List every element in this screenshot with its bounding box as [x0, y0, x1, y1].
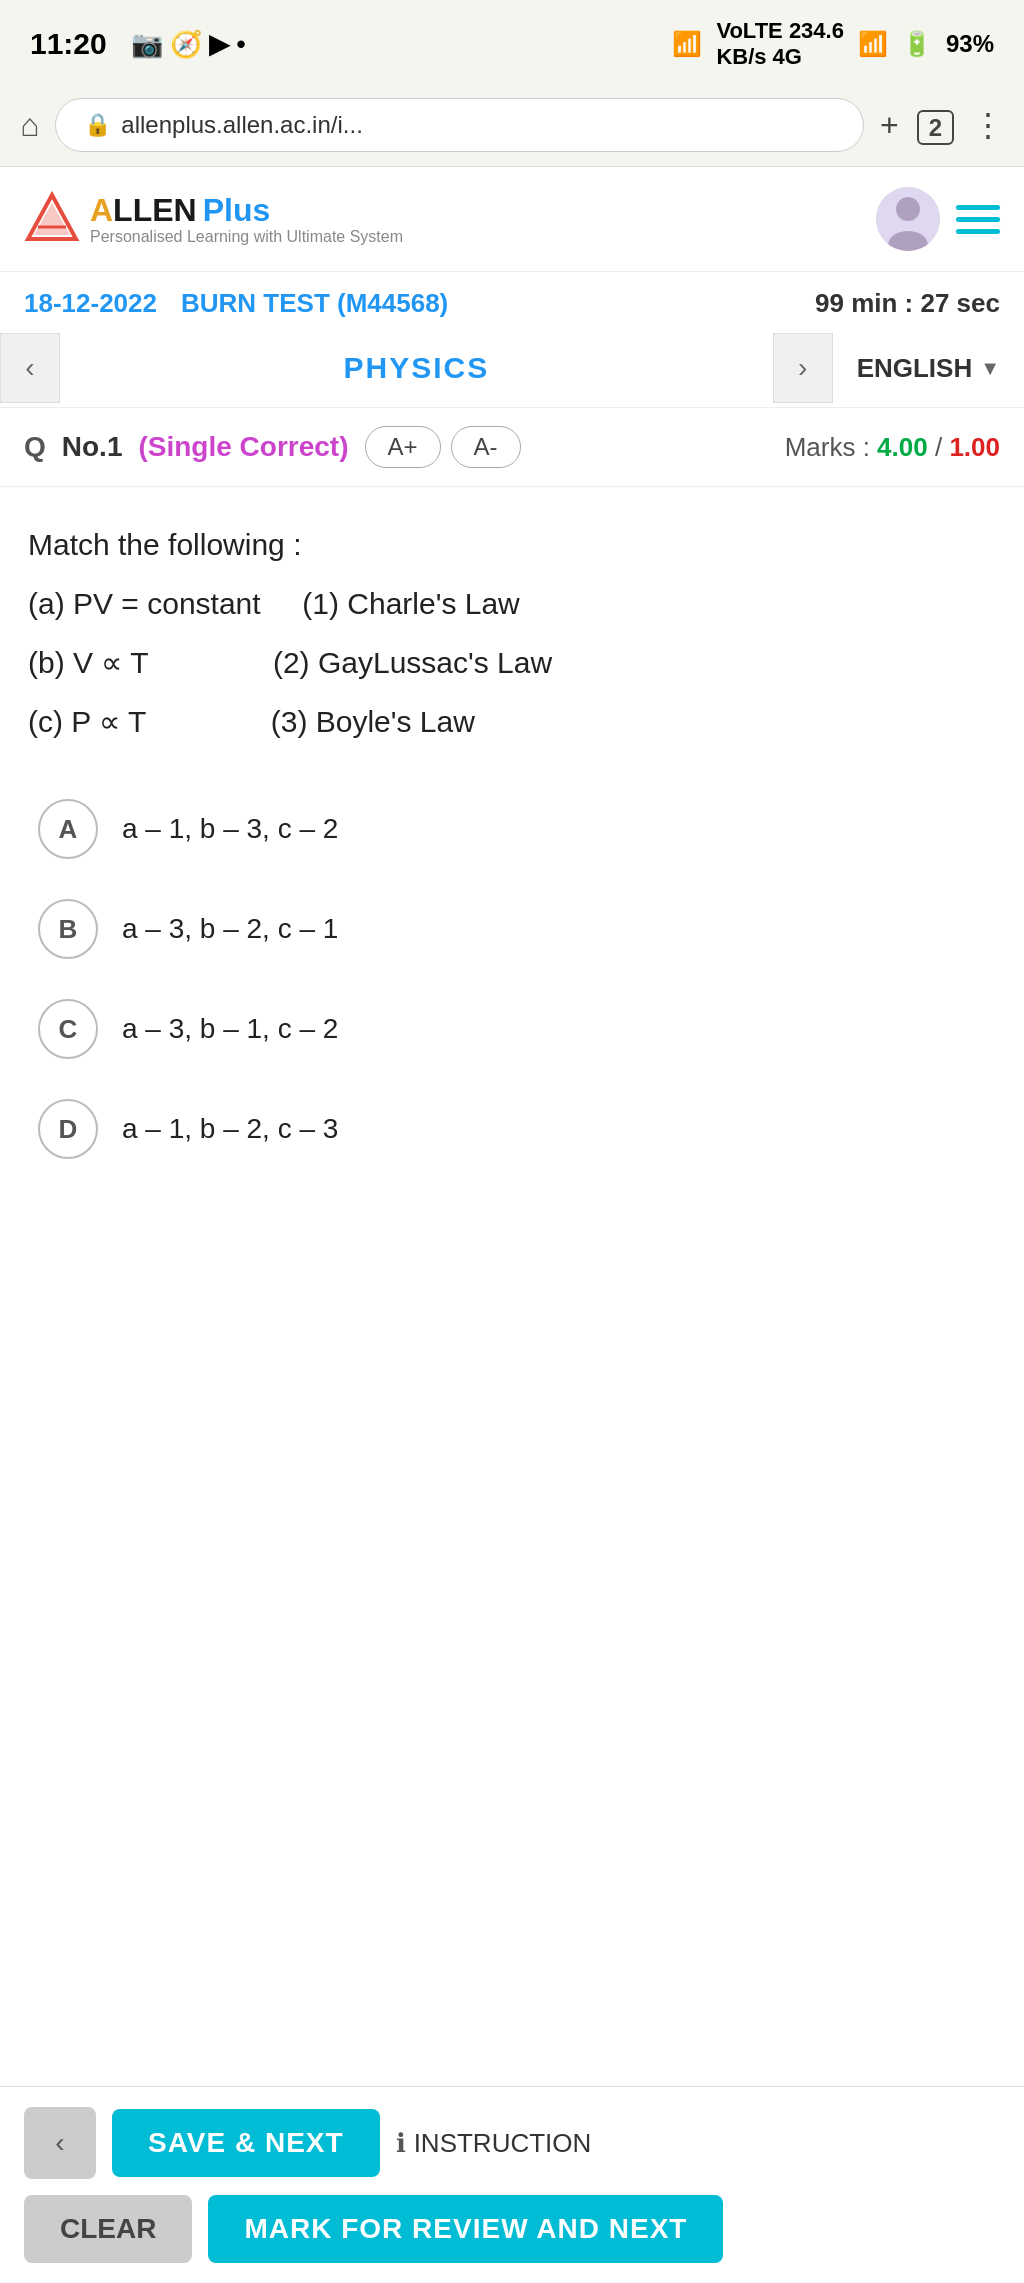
bottom-bar: ‹ SAVE & NEXT ℹ INSTRUCTION CLEAR MARK F…	[0, 2086, 1024, 2283]
save-next-button[interactable]: SAVE & NEXT	[112, 2109, 380, 2177]
font-increase-button[interactable]: A+	[365, 426, 441, 468]
date-link[interactable]: 18-12-2022	[24, 288, 157, 319]
question-line-3: (b) V ∝ T (2) GayLussac's Law	[28, 637, 996, 688]
subject-tabs: ‹ PHYSICS › ENGLISH ▼	[0, 329, 1024, 408]
allen-logo-icon	[24, 191, 80, 247]
question-type: (Single Correct)	[138, 431, 348, 463]
options-list: A a – 1, b – 3, c – 2 B a – 3, b – 2, c …	[28, 779, 996, 1179]
question-line-2: (a) PV = constant (1) Charle's Law	[28, 578, 996, 629]
app-header: ALLEN Plus Personalised Learning with Ul…	[0, 167, 1024, 272]
logo-text: ALLEN Plus Personalised Learning with Ul…	[90, 193, 403, 246]
instruction-label: INSTRUCTION	[414, 2128, 592, 2159]
url-bar[interactable]: 🔒 allenplus.allen.ac.in/i...	[55, 98, 864, 152]
logo-section: ALLEN Plus Personalised Learning with Ul…	[24, 191, 403, 247]
allen-text: ALLEN	[90, 193, 197, 228]
url-text: allenplus.allen.ac.in/i...	[121, 111, 362, 139]
menu-line-2	[956, 217, 1000, 222]
question-text: Match the following : (a) PV = constant …	[28, 519, 996, 747]
option-d[interactable]: D a – 1, b – 2, c – 3	[28, 1079, 996, 1179]
clear-button[interactable]: CLEAR	[24, 2195, 192, 2263]
question-content: Match the following : (a) PV = constant …	[0, 487, 1024, 1387]
question-line-1: Match the following :	[28, 519, 996, 570]
marks-label: Marks :	[785, 432, 870, 462]
avatar[interactable]	[876, 187, 940, 251]
status-time: 11:20	[30, 27, 107, 61]
network-type: VoLTE 234.6KB/s 4G	[716, 18, 844, 70]
option-b-circle: B	[38, 899, 98, 959]
signal-strength-icon: 📶	[672, 30, 702, 58]
lock-icon: 🔒	[84, 112, 111, 138]
chevron-down-icon: ▼	[980, 357, 1000, 380]
option-c[interactable]: C a – 3, b – 1, c – 2	[28, 979, 996, 1079]
status-right: 📶 VoLTE 234.6KB/s 4G 📶 🔋 93%	[672, 18, 994, 70]
sub-header: 18-12-2022 BURN TEST (M44568) 99 min : 2…	[0, 272, 1024, 329]
option-a-text: a – 1, b – 3, c – 2	[122, 813, 338, 845]
test-name-link[interactable]: BURN TEST (M44568)	[181, 288, 448, 319]
prev-subject-button[interactable]: ‹	[0, 333, 60, 403]
option-a-circle: A	[38, 799, 98, 859]
font-size-controls: A+ A-	[365, 426, 521, 468]
signal-bars-icon: 📶	[858, 30, 888, 58]
negative-marks: 1.00	[949, 432, 1000, 462]
battery-percentage: 93%	[946, 30, 994, 58]
sub-header-left: 18-12-2022 BURN TEST (M44568)	[24, 288, 448, 319]
home-button[interactable]: ⌂	[20, 107, 39, 144]
question-line-4: (c) P ∝ T (3) Boyle's Law	[28, 696, 996, 747]
next-subject-button[interactable]: ›	[773, 333, 833, 403]
language-text: ENGLISH	[857, 353, 973, 384]
hamburger-menu-button[interactable]	[956, 205, 1000, 234]
browser-actions: + 2 ⋮	[880, 106, 1004, 144]
option-c-circle: C	[38, 999, 98, 1059]
mark-review-button[interactable]: MARK FOR REVIEW AND NEXT	[208, 2195, 723, 2263]
timer: 99 min : 27 sec	[815, 288, 1000, 319]
option-a[interactable]: A a – 1, b – 3, c – 2	[28, 779, 996, 879]
font-decrease-button[interactable]: A-	[451, 426, 521, 468]
battery-icon: 🔋	[902, 30, 932, 58]
active-subject-tab[interactable]: PHYSICS	[60, 329, 773, 407]
previous-button[interactable]: ‹	[24, 2107, 96, 2179]
tagline: Personalised Learning with Ultimate Syst…	[90, 228, 403, 246]
svg-point-4	[896, 197, 920, 221]
tabs-count: 2	[917, 110, 954, 145]
instruction-button[interactable]: ℹ INSTRUCTION	[396, 2128, 592, 2159]
bottom-row-1: ‹ SAVE & NEXT ℹ INSTRUCTION	[24, 2107, 1000, 2179]
spacer	[0, 1387, 1024, 1587]
marks-section: Marks : 4.00 / 1.00	[785, 432, 1000, 463]
tabs-button[interactable]: 2	[917, 107, 954, 144]
header-right	[876, 187, 1000, 251]
question-info-bar: Q No.1 (Single Correct) A+ A- Marks : 4.…	[0, 408, 1024, 487]
option-b[interactable]: B a – 3, b – 2, c – 1	[28, 879, 996, 979]
option-b-text: a – 3, b – 2, c – 1	[122, 913, 338, 945]
question-number: No.1	[62, 431, 123, 463]
info-icon: ℹ	[396, 2128, 406, 2159]
menu-line-3	[956, 229, 1000, 234]
browser-bar: ⌂ 🔒 allenplus.allen.ac.in/i... + 2 ⋮	[0, 84, 1024, 167]
option-d-text: a – 1, b – 2, c – 3	[122, 1113, 338, 1145]
new-tab-button[interactable]: +	[880, 107, 899, 144]
status-bar: 11:20 📷 🧭 ▶ • 📶 VoLTE 234.6KB/s 4G 📶 🔋 9…	[0, 0, 1024, 84]
marks-separator: /	[935, 432, 949, 462]
language-selector[interactable]: ENGLISH ▼	[833, 353, 1024, 384]
plus-text: Plus	[203, 193, 271, 228]
browser-menu-button[interactable]: ⋮	[972, 106, 1004, 144]
prev-chevron-icon: ‹	[55, 2127, 64, 2159]
question-icon-label: Q	[24, 431, 46, 463]
option-c-text: a – 3, b – 1, c – 2	[122, 1013, 338, 1045]
menu-line-1	[956, 205, 1000, 210]
option-d-circle: D	[38, 1099, 98, 1159]
positive-marks: 4.00	[877, 432, 928, 462]
bottom-row-2: CLEAR MARK FOR REVIEW AND NEXT	[24, 2195, 1000, 2263]
status-icons: 📷 🧭 ▶ •	[131, 29, 246, 60]
